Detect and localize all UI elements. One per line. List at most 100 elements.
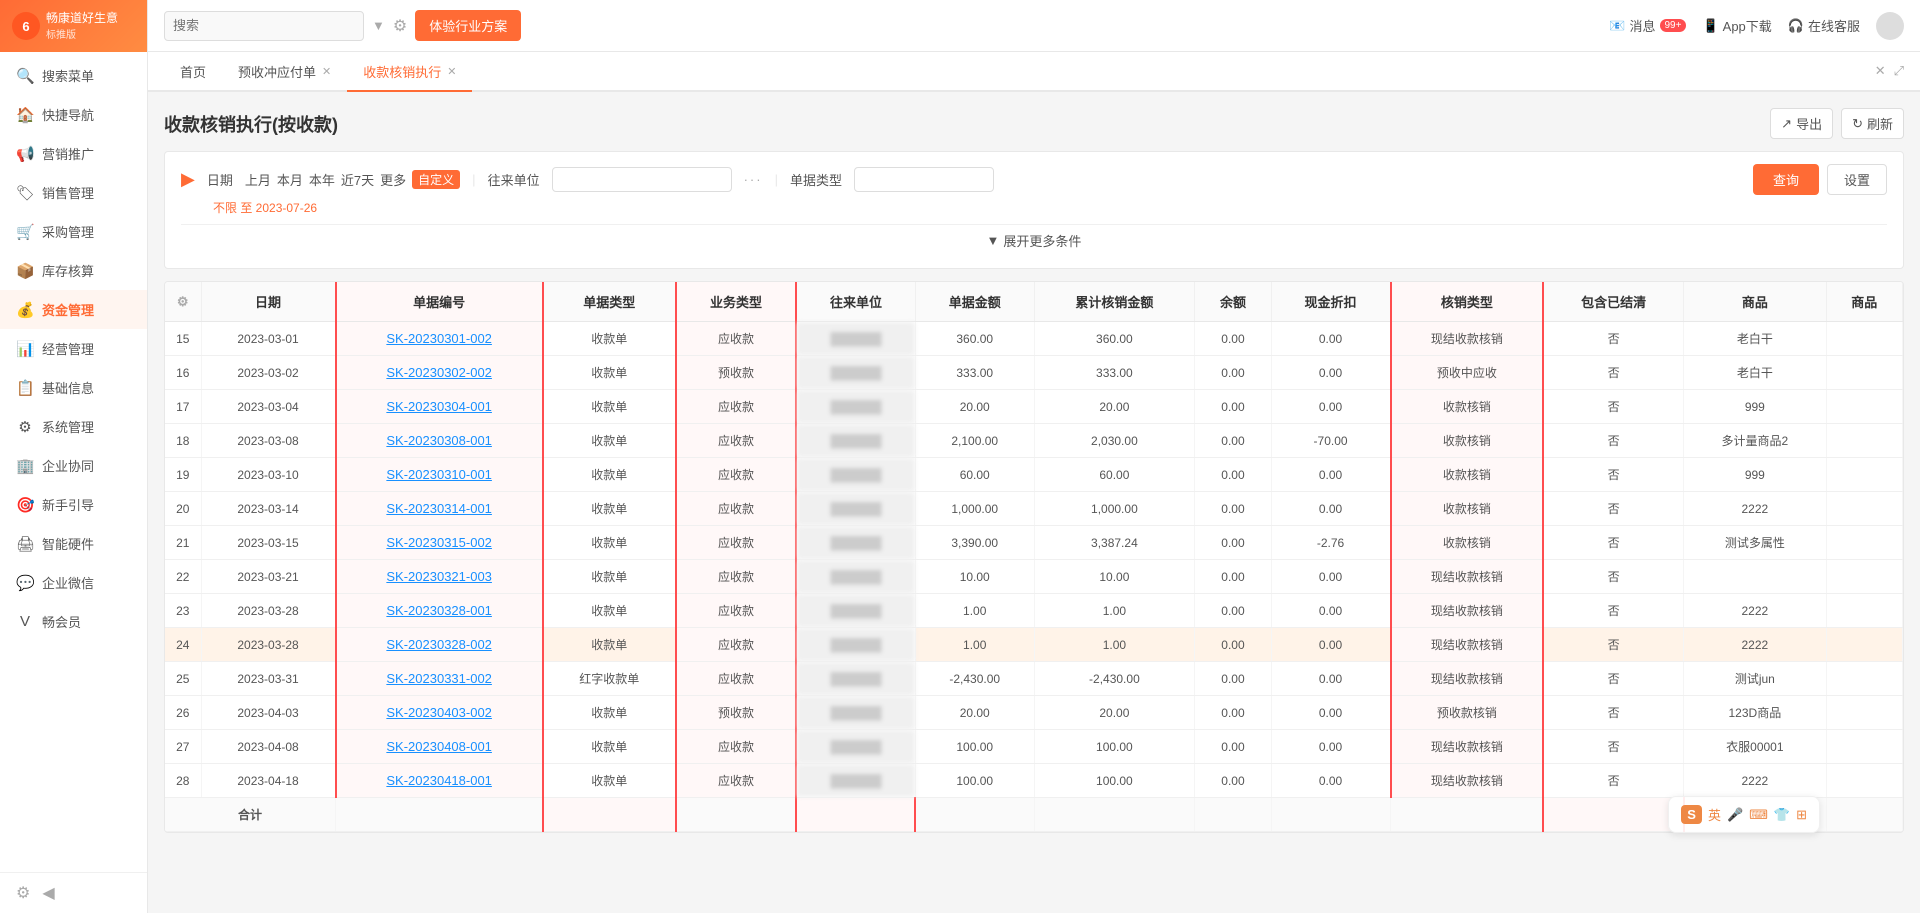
query-button[interactable]: 查询 (1753, 164, 1819, 195)
row-doc-type: 收款单 (543, 764, 676, 798)
tab-writeoff-close[interactable]: ✕ (447, 65, 456, 78)
row-doc-no-link[interactable]: SK-20230314-001 (386, 501, 492, 516)
sidebar-item-marketing[interactable]: 📢 营销推广 (0, 134, 147, 173)
export-button[interactable]: ↗ 导出 (1770, 108, 1833, 139)
filter-date-this-month[interactable]: 本月 (277, 170, 303, 189)
online-support-link[interactable]: 🎧 在线客服 (1788, 16, 1860, 35)
tab-close-all-icon[interactable]: ✕ (1875, 63, 1886, 79)
filter-date-this-year[interactable]: 本年 (309, 170, 335, 189)
tab-home[interactable]: 首页 (164, 52, 222, 92)
tab-expand-icon[interactable]: ⤢ (1894, 63, 1904, 79)
row-included: 否 (1543, 526, 1683, 560)
tab-writeoff[interactable]: 收款核销执行 ✕ (347, 52, 472, 92)
row-writeoff-type: 收款核销 (1391, 458, 1544, 492)
filter-date-custom[interactable]: 自定义 (412, 170, 460, 189)
refresh-button[interactable]: ↻ 刷新 (1841, 108, 1904, 139)
row-doc-no-link[interactable]: SK-20230408-001 (386, 739, 492, 754)
sidebar-item-sales[interactable]: 🏷 销售管理 (0, 173, 147, 212)
row-doc-no[interactable]: SK-20230331-002 (336, 662, 543, 696)
row-doc-no[interactable]: SK-20230328-001 (336, 594, 543, 628)
sidebar-item-system[interactable]: ⚙ 系统管理 (0, 407, 147, 446)
filter-date-7days[interactable]: 近7天 (341, 170, 374, 189)
row-doc-no[interactable]: SK-20230302-002 (336, 356, 543, 390)
table-row: 242023-03-28SK-20230328-002收款单应收款██████1… (165, 628, 1903, 662)
row-doc-type: 收款单 (543, 492, 676, 526)
row-doc-no-link[interactable]: SK-20230301-002 (386, 331, 492, 346)
row-writeoff-type: 现结收款核销 (1391, 560, 1544, 594)
row-doc-no-link[interactable]: SK-20230302-002 (386, 365, 492, 380)
chevron-down-icon[interactable]: ▼ (372, 18, 385, 33)
sidebar-item-newbie[interactable]: 🎯 新手引导 (0, 485, 147, 524)
keyboard-icon[interactable]: ⌨ (1749, 807, 1768, 823)
sidebar-item-purchase[interactable]: 🛒 采购管理 (0, 212, 147, 251)
row-doc-no[interactable]: SK-20230315-002 (336, 526, 543, 560)
filter-date-last-month[interactable]: 上月 (245, 170, 271, 189)
row-biz-type: 应收款 (676, 526, 796, 560)
row-date: 2023-03-10 (201, 458, 336, 492)
industry-solution-button[interactable]: 体验行业方案 (415, 10, 521, 41)
row-doc-no[interactable]: SK-20230408-001 (336, 730, 543, 764)
sidebar-item-inventory[interactable]: 📦 库存核算 (0, 251, 147, 290)
gear-icon[interactable]: ⚙ (393, 16, 407, 36)
app-download-link[interactable]: 📱 App下载 (1702, 16, 1771, 35)
filter-more-dots[interactable]: ··· (744, 172, 763, 187)
shirt-icon[interactable]: 👕 (1774, 807, 1790, 823)
filter-receipt-type-label: 单据类型 (790, 170, 842, 189)
row-doc-no-link[interactable]: SK-20230304-001 (386, 399, 492, 414)
row-doc-no-link[interactable]: SK-20230418-001 (386, 773, 492, 788)
sidebar-item-finance[interactable]: 💰 资金管理 (0, 290, 147, 329)
th-settings[interactable]: ⚙ (165, 282, 201, 322)
table-row: 152023-03-01SK-20230301-002收款单应收款██████3… (165, 322, 1903, 356)
filter-receipt-type-select[interactable] (854, 167, 994, 192)
row-no: 25 (165, 662, 201, 696)
row-doc-no-link[interactable]: SK-20230321-003 (386, 569, 492, 584)
row-doc-no-link[interactable]: SK-20230331-002 (386, 671, 492, 686)
sidebar-item-operations[interactable]: 📊 经营管理 (0, 329, 147, 368)
row-doc-no-link[interactable]: SK-20230403-002 (386, 705, 492, 720)
row-doc-no[interactable]: SK-20230304-001 (336, 390, 543, 424)
row-doc-no-link[interactable]: SK-20230310-001 (386, 467, 492, 482)
row-doc-no[interactable]: SK-20230403-002 (336, 696, 543, 730)
row-doc-no[interactable]: SK-20230310-001 (336, 458, 543, 492)
row-doc-no[interactable]: SK-20230308-001 (336, 424, 543, 458)
settings-button[interactable]: 设置 (1827, 164, 1887, 195)
sidebar-item-member[interactable]: V 畅会员 (0, 602, 147, 641)
sidebar-item-search[interactable]: 🔍 搜索菜单 (0, 56, 147, 95)
grid-icon[interactable]: ⊞ (1796, 807, 1807, 823)
collapse-icon[interactable]: ◀ (42, 883, 54, 903)
row-doc-type: 收款单 (543, 696, 676, 730)
filter-toggle-icon[interactable]: ▶ (181, 169, 195, 190)
filter-partner-input[interactable] (552, 167, 732, 192)
messages-link[interactable]: 📧 消息 99+ (1609, 16, 1686, 35)
search-input[interactable] (164, 11, 364, 41)
row-writeoff: 20.00 (1034, 390, 1195, 424)
row-doc-no[interactable]: SK-20230418-001 (336, 764, 543, 798)
logo: 6 畅康道好生意 标推版 (0, 0, 147, 52)
row-doc-no-link[interactable]: SK-20230315-002 (386, 535, 492, 550)
settings-bottom-icon[interactable]: ⚙ (16, 883, 30, 903)
tab-prepay[interactable]: 预收冲应付单 ✕ (222, 52, 347, 92)
row-partner: ██████ (796, 696, 915, 730)
row-doc-no[interactable]: SK-20230321-003 (336, 560, 543, 594)
row-doc-no[interactable]: SK-20230314-001 (336, 492, 543, 526)
row-doc-no-link[interactable]: SK-20230328-001 (386, 603, 492, 618)
mic-icon[interactable]: 🎤 (1727, 807, 1743, 823)
row-doc-no[interactable]: SK-20230301-002 (336, 322, 543, 356)
user-avatar[interactable] (1876, 12, 1904, 40)
row-doc-no-link[interactable]: SK-20230308-001 (386, 433, 492, 448)
sidebar-item-quick-nav[interactable]: 🏠 快捷导航 (0, 95, 147, 134)
column-settings-icon[interactable]: ⚙ (177, 294, 189, 309)
sidebar-item-corp[interactable]: 🏢 企业协同 (0, 446, 147, 485)
sidebar-item-hardware[interactable]: 🖨 智能硬件 (0, 524, 147, 563)
table-scroll[interactable]: ⚙ 日期 单据编号 单据类型 业务类型 往来单位 单据金额 累计核销金额 余额 … (165, 282, 1903, 832)
row-no: 16 (165, 356, 201, 390)
row-doc-no[interactable]: SK-20230328-002 (336, 628, 543, 662)
th-doc-type: 单据类型 (543, 282, 676, 322)
row-discount: 0.00 (1271, 628, 1390, 662)
filter-date-more[interactable]: 更多 (380, 170, 406, 189)
tab-prepay-close[interactable]: ✕ (322, 65, 331, 78)
row-doc-no-link[interactable]: SK-20230328-002 (386, 637, 492, 652)
sidebar-item-basic[interactable]: 📋 基础信息 (0, 368, 147, 407)
filter-expand-btn[interactable]: ▼ 展开更多条件 (181, 224, 1887, 256)
sidebar-item-wechat[interactable]: 💬 企业微信 (0, 563, 147, 602)
